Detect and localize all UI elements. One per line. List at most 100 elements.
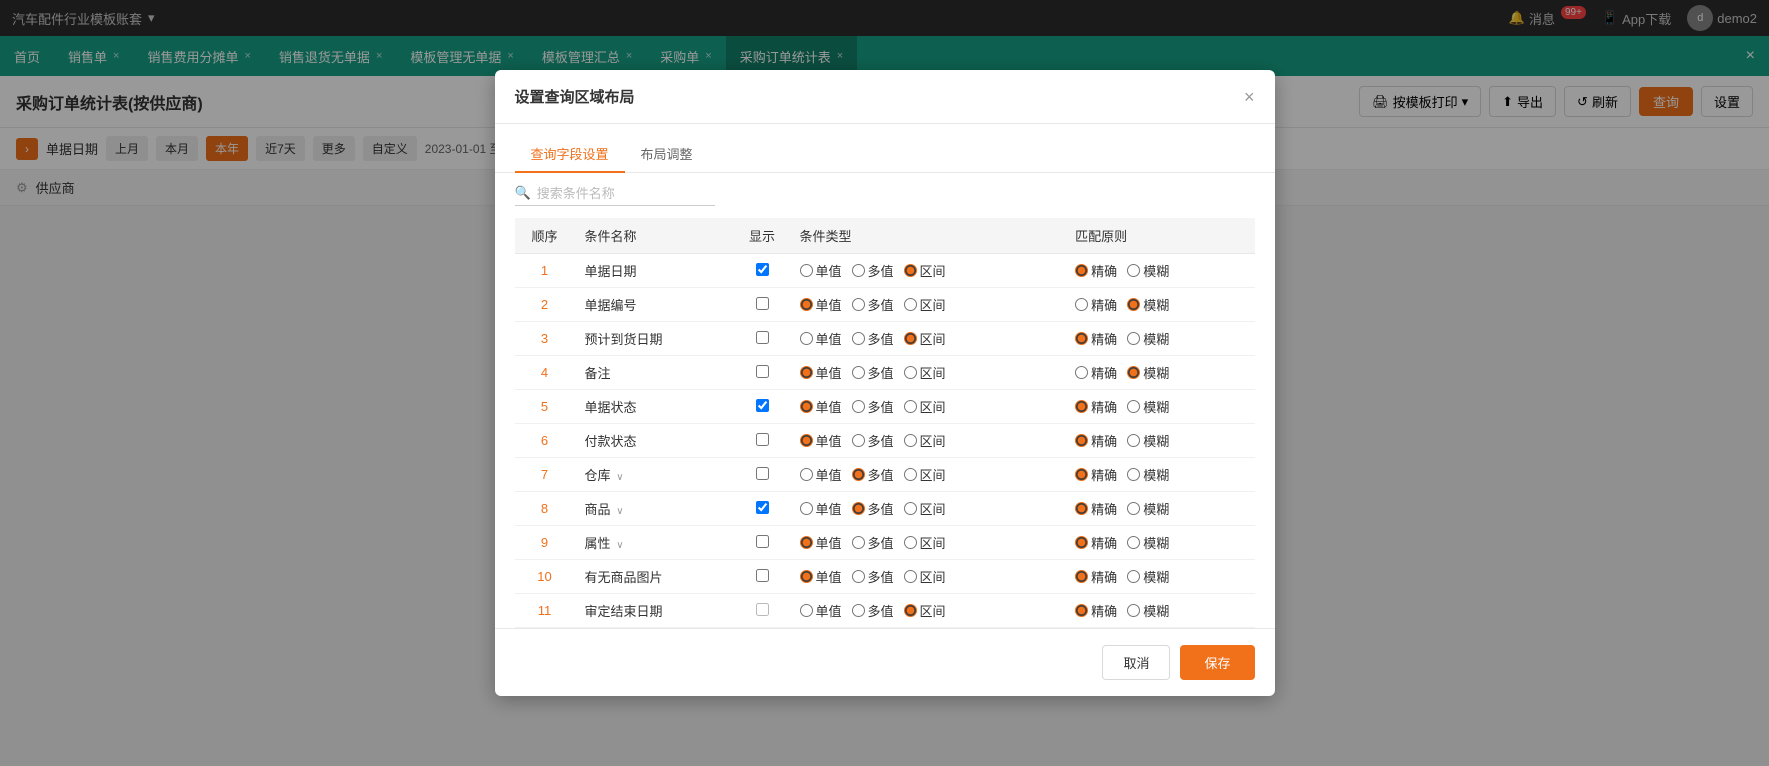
type-radio-single[interactable]: 单值: [800, 363, 842, 382]
match-radio-exact[interactable]: 精确: [1075, 533, 1117, 552]
type-radio-multi[interactable]: 多值: [852, 363, 894, 382]
type-radio-single[interactable]: 单值: [800, 567, 842, 586]
cell-match: 精确模糊: [1065, 322, 1254, 356]
display-checkbox[interactable]: [756, 365, 769, 378]
match-radio-exact[interactable]: 精确: [1075, 363, 1117, 382]
type-radio-range[interactable]: 区间: [904, 363, 946, 382]
type-radio-multi[interactable]: 多值: [852, 499, 894, 518]
table-row: 4备注单值多值区间精确模糊: [515, 356, 1255, 390]
match-radio-fuzzy[interactable]: 模糊: [1127, 295, 1169, 314]
match-radio-fuzzy[interactable]: 模糊: [1127, 465, 1169, 484]
match-radio-exact[interactable]: 精确: [1075, 329, 1117, 348]
type-radio-range[interactable]: 区间: [904, 533, 946, 552]
display-checkbox[interactable]: [756, 263, 769, 276]
type-radio-range[interactable]: 区间: [904, 261, 946, 280]
table-row: 5单据状态单值多值区间精确模糊: [515, 390, 1255, 424]
match-radio-exact[interactable]: 精确: [1075, 261, 1117, 280]
display-checkbox[interactable]: [756, 467, 769, 480]
type-radio-single[interactable]: 单值: [800, 397, 842, 416]
type-radio-single[interactable]: 单值: [800, 601, 842, 620]
type-radio-range[interactable]: 区间: [904, 329, 946, 348]
match-radio-exact[interactable]: 精确: [1075, 295, 1117, 314]
dropdown-caret-icon: ∨: [614, 472, 624, 483]
type-radio-range[interactable]: 区间: [904, 601, 946, 620]
dialog-close-btn[interactable]: ×: [1244, 88, 1255, 106]
match-radio-exact[interactable]: 精确: [1075, 397, 1117, 416]
type-radio-multi[interactable]: 多值: [852, 567, 894, 586]
display-checkbox[interactable]: [756, 569, 769, 582]
match-radio-exact[interactable]: 精确: [1075, 465, 1117, 484]
cell-display: [735, 424, 790, 458]
type-radio-range[interactable]: 区间: [904, 431, 946, 450]
match-radio-fuzzy[interactable]: 模糊: [1127, 533, 1169, 552]
type-radio-single[interactable]: 单值: [800, 465, 842, 484]
match-radio-exact[interactable]: 精确: [1075, 601, 1117, 620]
type-radio-range[interactable]: 区间: [904, 567, 946, 586]
match-radio-fuzzy[interactable]: 模糊: [1127, 431, 1169, 450]
dialog-title: 设置查询区域布局: [515, 86, 635, 107]
display-checkbox[interactable]: [756, 297, 769, 310]
type-radio-single[interactable]: 单值: [800, 499, 842, 518]
type-radio-range[interactable]: 区间: [904, 397, 946, 416]
type-radio-single[interactable]: 单值: [800, 295, 842, 314]
match-radio-exact[interactable]: 精确: [1075, 567, 1117, 586]
search-input[interactable]: [537, 186, 697, 201]
display-checkbox[interactable]: [756, 603, 769, 616]
match-radio-fuzzy[interactable]: 模糊: [1127, 329, 1169, 348]
match-radio-exact[interactable]: 精确: [1075, 431, 1117, 450]
type-radio-multi[interactable]: 多值: [852, 431, 894, 450]
cell-name: 单据编号: [575, 288, 735, 322]
type-radio-range[interactable]: 区间: [904, 499, 946, 518]
table-row: 9属性 ∨单值多值区间精确模糊: [515, 526, 1255, 560]
save-btn[interactable]: 保存: [1180, 645, 1254, 680]
type-radio-single[interactable]: 单值: [800, 261, 842, 280]
match-radio-fuzzy[interactable]: 模糊: [1127, 601, 1169, 620]
type-radio-multi[interactable]: 多值: [852, 261, 894, 280]
display-checkbox[interactable]: [756, 535, 769, 548]
cell-type: 单值多值区间: [790, 356, 1066, 390]
type-radio-multi[interactable]: 多值: [852, 295, 894, 314]
type-radio-multi[interactable]: 多值: [852, 533, 894, 552]
match-radio-exact[interactable]: 精确: [1075, 499, 1117, 518]
type-radio-multi[interactable]: 多值: [852, 329, 894, 348]
cell-order: 1: [515, 254, 575, 288]
display-checkbox[interactable]: [756, 501, 769, 514]
match-radio-fuzzy[interactable]: 模糊: [1127, 397, 1169, 416]
type-radio-single[interactable]: 单值: [800, 431, 842, 450]
config-table: 顺序 条件名称 显示 条件类型 匹配原则 1单据日期单值多值区间精确模糊2单据编…: [495, 218, 1275, 628]
type-radio-range[interactable]: 区间: [904, 465, 946, 484]
type-radio-single[interactable]: 单值: [800, 533, 842, 552]
cell-type: 单值多值区间: [790, 526, 1066, 560]
cell-order: 9: [515, 526, 575, 560]
table-row: 6付款状态单值多值区间精确模糊: [515, 424, 1255, 458]
display-checkbox[interactable]: [756, 433, 769, 446]
cell-match: 精确模糊: [1065, 288, 1254, 322]
cell-name: 仓库 ∨: [575, 458, 735, 492]
cell-name: 单据日期: [575, 254, 735, 288]
type-radio-range[interactable]: 区间: [904, 295, 946, 314]
cell-type: 单值多值区间: [790, 492, 1066, 526]
tab-layout[interactable]: 布局调整: [625, 136, 709, 173]
search-wrap: 🔍: [515, 185, 715, 206]
match-radio-fuzzy[interactable]: 模糊: [1127, 499, 1169, 518]
dialog-header: 设置查询区域布局 ×: [495, 70, 1275, 124]
table-row: 10有无商品图片单值多值区间精确模糊: [515, 560, 1255, 594]
cell-match: 精确模糊: [1065, 560, 1254, 594]
display-checkbox[interactable]: [756, 331, 769, 344]
cell-display: [735, 288, 790, 322]
tab-query-fields[interactable]: 查询字段设置: [515, 136, 625, 173]
match-radio-fuzzy[interactable]: 模糊: [1127, 261, 1169, 280]
cell-display: [735, 526, 790, 560]
type-radio-multi[interactable]: 多值: [852, 465, 894, 484]
dialog-footer: 取消 保存: [495, 628, 1275, 696]
type-radio-multi[interactable]: 多值: [852, 601, 894, 620]
match-radio-fuzzy[interactable]: 模糊: [1127, 567, 1169, 586]
cancel-btn[interactable]: 取消: [1102, 645, 1170, 680]
type-radio-single[interactable]: 单值: [800, 329, 842, 348]
dialog-tabs: 查询字段设置 布局调整: [495, 124, 1275, 173]
type-radio-multi[interactable]: 多值: [852, 397, 894, 416]
match-radio-fuzzy[interactable]: 模糊: [1127, 363, 1169, 382]
th-type: 条件类型: [790, 218, 1066, 254]
display-checkbox[interactable]: [756, 399, 769, 412]
cell-match: 精确模糊: [1065, 390, 1254, 424]
